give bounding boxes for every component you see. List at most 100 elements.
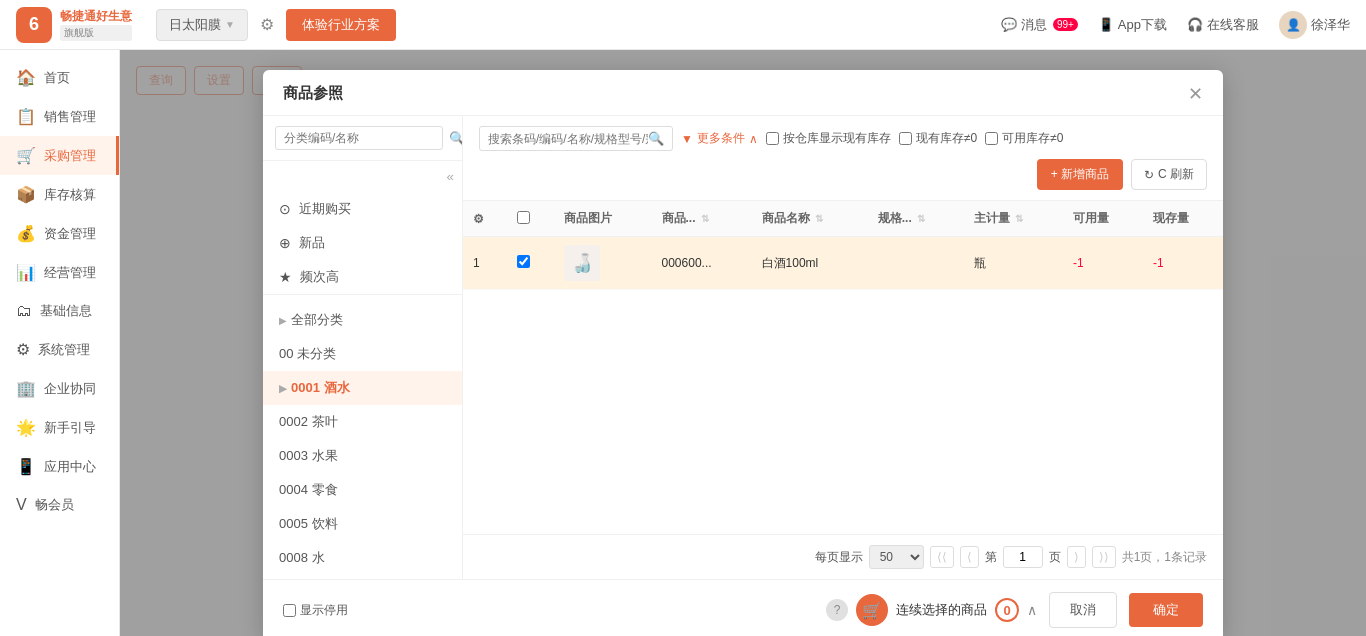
search-icon: 🔍 — [648, 131, 664, 146]
avatar: 👤 — [1279, 11, 1307, 39]
col-image: 商品图片 — [554, 201, 651, 237]
confirm-button[interactable]: 确定 — [1129, 593, 1203, 627]
add-product-button[interactable]: + 新增商品 — [1037, 159, 1123, 190]
main-layout: 🏠 首页 📋 销售管理 🛒 采购管理 📦 库存核算 💰 资金管理 📊 经营管理 … — [0, 50, 1366, 636]
row-checkbox[interactable] — [507, 237, 554, 290]
apps-icon: 📱 — [16, 457, 36, 476]
sidebar-item-guide[interactable]: 🌟 新手引导 — [0, 408, 119, 447]
sidebar-item-operations[interactable]: 📊 经营管理 — [0, 253, 119, 292]
message-icon: 💬 — [1001, 17, 1017, 32]
cat-item-all[interactable]: ▶ 全部分类 — [263, 303, 462, 337]
dialog-close-button[interactable]: ✕ — [1188, 85, 1203, 103]
chevron-up-icon: ∧ — [749, 132, 758, 146]
expand-active-icon: ▶ — [279, 383, 287, 394]
sort-arrows-name: ⇅ — [815, 213, 823, 224]
product-dialog: 商品参照 ✕ 🔍 « — [263, 70, 1223, 636]
pagination: 每页显示 50 10 20 100 ⟨⟨ ⟨ 第 页 — [463, 534, 1223, 579]
workspace-selector[interactable]: 日太阳膜 ▼ — [156, 9, 248, 41]
filter-icon: ▼ — [681, 132, 693, 146]
sidebar-item-member[interactable]: V 畅会员 — [0, 486, 119, 524]
help-button[interactable]: ? — [826, 599, 848, 621]
sidebar-item-inventory[interactable]: 📦 库存核算 — [0, 175, 119, 214]
refresh-button[interactable]: ↻ C 刷新 — [1131, 159, 1207, 190]
row-spec — [868, 237, 964, 290]
app-download-button[interactable]: 📱 App下载 — [1098, 16, 1167, 34]
select-all-checkbox[interactable] — [517, 211, 530, 224]
per-page-label: 每页显示 — [815, 549, 863, 566]
collapse-panel-button[interactable]: « — [439, 161, 462, 192]
next-page-button[interactable]: ⟩ — [1067, 546, 1086, 568]
sidebar-item-sales[interactable]: 📋 销售管理 — [0, 97, 119, 136]
cat-item-0001[interactable]: ▶ 0001 酒水 — [263, 371, 462, 405]
table-row[interactable]: 1 🍶 000600... 白酒100ml — [463, 237, 1223, 290]
member-icon: V — [16, 496, 27, 514]
page-number-input[interactable] — [1003, 546, 1043, 568]
sidebar-item-basic[interactable]: 🗂 基础信息 — [0, 292, 119, 330]
category-list: ▶ 全部分类 00 未分类 ▶ 0001 酒水 0002 茶 — [263, 295, 462, 579]
basic-icon: 🗂 — [16, 302, 32, 320]
cat-item-00[interactable]: 00 未分类 — [263, 337, 462, 371]
prev-page-button[interactable]: ⟨ — [960, 546, 979, 568]
mobile-icon: 📱 — [1098, 17, 1114, 32]
message-button[interactable]: 💬 消息 99+ — [1001, 16, 1078, 34]
enterprise-icon: 🏢 — [16, 379, 36, 398]
nav-right: 💬 消息 99+ 📱 App下载 🎧 在线客服 👤 徐泽华 — [1001, 11, 1350, 39]
category-search-input[interactable] — [275, 126, 443, 150]
online-service-button[interactable]: 🎧 在线客服 — [1187, 16, 1259, 34]
sidebar-item-home[interactable]: 🏠 首页 — [0, 58, 119, 97]
operations-icon: 📊 — [16, 263, 36, 282]
sidebar: 🏠 首页 📋 销售管理 🛒 采购管理 📦 库存核算 💰 资金管理 📊 经营管理 … — [0, 50, 120, 636]
product-search-box: 🔍 — [479, 126, 673, 151]
quick-tab-new[interactable]: ⊕ 新品 — [263, 226, 462, 260]
cat-item-0003[interactable]: 0003 水果 — [263, 439, 462, 473]
sort-arrows-unit: ⇅ — [1015, 213, 1023, 224]
sort-arrows-spec: ⇅ — [917, 213, 925, 224]
sidebar-item-system[interactable]: ⚙ 系统管理 — [0, 330, 119, 369]
per-page-select[interactable]: 50 10 20 100 — [869, 545, 924, 569]
settings-icon: ⚙ — [473, 212, 484, 226]
top-navigation: 6 畅捷通好生意 旗舰版 日太阳膜 ▼ ⚙ 体验行业方案 💬 消息 99+ 📱 … — [0, 0, 1366, 50]
col-checkbox — [507, 201, 554, 237]
available-nonzero-checkbox[interactable]: 现有库存≠0 — [899, 130, 977, 147]
cat-item-0004[interactable]: 0004 零食 — [263, 473, 462, 507]
username-label: 徐泽华 — [1311, 16, 1350, 34]
chevron-down-icon: ▼ — [225, 19, 235, 30]
product-search-input[interactable] — [488, 132, 648, 146]
quick-tab-frequent[interactable]: ★ 频次高 — [263, 260, 462, 294]
user-profile-button[interactable]: 👤 徐泽华 — [1279, 11, 1350, 39]
cart-icon[interactable]: 🛒 — [856, 594, 888, 626]
logo-text-area: 畅捷通好生意 旗舰版 — [60, 8, 132, 41]
col-current: 现存量 — [1143, 201, 1223, 237]
cancel-button[interactable]: 取消 — [1049, 592, 1117, 628]
trial-button[interactable]: 体验行业方案 — [286, 9, 396, 41]
refresh-icon: ↻ — [1144, 168, 1154, 182]
dialog-header: 商品参照 ✕ — [263, 70, 1223, 116]
headset-icon: 🎧 — [1187, 17, 1203, 32]
row-no: 1 — [463, 237, 507, 290]
cat-item-0002[interactable]: 0002 茶叶 — [263, 405, 462, 439]
cat-item-0008[interactable]: 0008 水 — [263, 541, 462, 575]
first-page-button[interactable]: ⟨⟨ — [930, 546, 954, 568]
collapse-cart-button[interactable]: ∧ — [1027, 602, 1037, 618]
quick-tab-recent[interactable]: ⊙ 近期购买 — [263, 192, 462, 226]
sidebar-item-finance[interactable]: 💰 资金管理 — [0, 214, 119, 253]
last-page-button[interactable]: ⟩⟩ — [1092, 546, 1116, 568]
product-table: ⚙ 商品图片 — [463, 201, 1223, 534]
category-search-button[interactable]: 🔍 — [449, 131, 463, 146]
purchase-icon: 🛒 — [16, 146, 36, 165]
finance-icon: 💰 — [16, 224, 36, 243]
sidebar-item-purchase[interactable]: 🛒 采购管理 — [0, 136, 119, 175]
usable-nonzero-checkbox[interactable]: 可用库存≠0 — [985, 130, 1063, 147]
cat-item-0005[interactable]: 0005 饮料 — [263, 507, 462, 541]
sidebar-item-enterprise[interactable]: 🏢 企业协同 — [0, 369, 119, 408]
stock-by-warehouse-checkbox[interactable]: 按仓库显示现有库存 — [766, 130, 891, 147]
gear-button[interactable]: ⚙ — [260, 15, 274, 34]
show-disabled-checkbox[interactable]: 显示停用 — [283, 602, 348, 619]
col-unit: 主计量 ⇅ — [964, 201, 1063, 237]
cart-area: ? 🛒 连续选择的商品 0 ∧ — [826, 594, 1037, 626]
col-settings: ⚙ — [463, 201, 507, 237]
col-available: 可用量 — [1063, 201, 1143, 237]
filter-more-button[interactable]: ▼ 更多条件 ∧ — [681, 130, 758, 147]
expand-icon: ▶ — [279, 315, 287, 326]
sidebar-item-apps[interactable]: 📱 应用中心 — [0, 447, 119, 486]
